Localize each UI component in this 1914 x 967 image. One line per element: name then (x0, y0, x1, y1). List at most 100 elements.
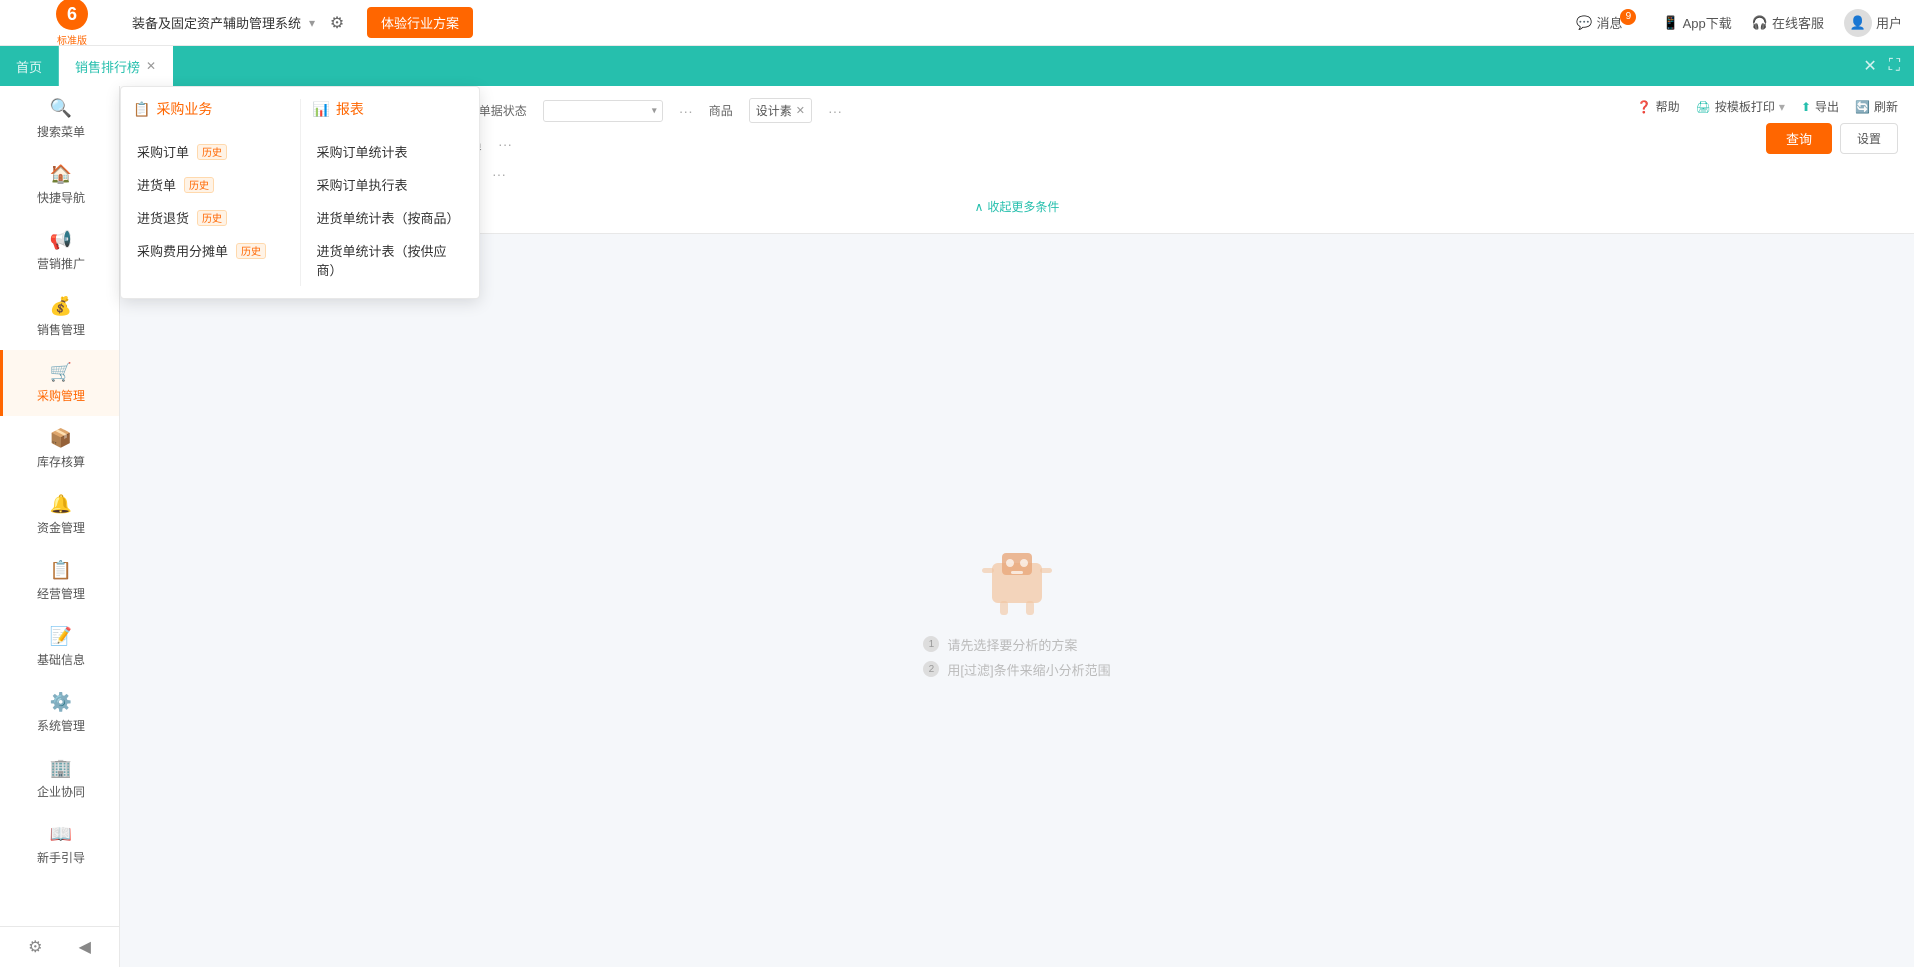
history-badge-2: 历史 (184, 177, 214, 193)
gear-icon[interactable]: ⚙ (323, 9, 351, 37)
sidebar-item-procurement[interactable]: 🛒 采购管理 (0, 350, 119, 416)
help-icon: ❓ (1637, 100, 1652, 114)
sidebar-collapse-icon[interactable]: ◀ (79, 937, 91, 957)
dropdown-col2-title-text: 报表 (336, 99, 364, 119)
tab-close-all-icon[interactable]: ✕ (1859, 56, 1880, 76)
staff-dots[interactable]: ··· (498, 136, 512, 152)
tab-bar-right: ✕ ⛶ (1859, 56, 1914, 76)
expense-label: 采购费用分摊单 (137, 241, 228, 260)
history-badge-3: 历史 (197, 210, 227, 226)
sidebar-item-finance[interactable]: 🔔 资金管理 (0, 482, 119, 548)
industry-btn[interactable]: 体验行业方案 (367, 7, 473, 38)
sidebar-item-basic-info-label: 基础信息 (37, 651, 85, 668)
messages-label: 消息 (1596, 13, 1622, 32)
sidebar-item-guide[interactable]: 📖 新手引导 (0, 812, 119, 878)
empty-state: 1 请先选择要分析的方案 2 用[过滤]条件来缩小分析范围 (120, 234, 1914, 967)
voucher-status-select-wrap (543, 100, 663, 122)
messages-btn[interactable]: 💬 消息 9 (1576, 13, 1642, 32)
empty-illustration (967, 523, 1067, 623)
sidebar-item-marketing[interactable]: 📢 营销推广 (0, 218, 119, 284)
logo-label: 标准版 (57, 32, 87, 47)
report-order-stat-label: 采购订单统计表 (317, 142, 408, 161)
dropdown-item-report-incoming-supplier[interactable]: 进货单统计表（按供应商） (313, 234, 468, 286)
message-icon: 💬 (1576, 15, 1592, 31)
goods-tag: 设计素 ✕ (749, 98, 812, 123)
refresh-btn[interactable]: 🔄 刷新 (1855, 98, 1898, 115)
goods-dots[interactable]: ··· (828, 103, 842, 119)
print-icon: 🖨 (1696, 100, 1711, 114)
sidebar-item-system[interactable]: ⚙️ 系统管理 (0, 680, 119, 746)
system-title-arrow-icon[interactable]: ▾ (309, 16, 315, 30)
step-1-text: 请先选择要分析的方案 (947, 635, 1077, 654)
dropdown-item-return[interactable]: 进货退货 历史 (133, 201, 288, 234)
sidebar-item-search[interactable]: 🔍 搜索菜单 (0, 86, 119, 152)
sidebar-item-enterprise-label: 企业协同 (37, 783, 85, 800)
phone-icon: 📱 (1662, 15, 1678, 31)
online-service-btn[interactable]: 🎧 在线客服 (1752, 13, 1824, 32)
sidebar-settings-icon[interactable]: ⚙ (28, 937, 42, 957)
sidebar-item-basic-info[interactable]: 📝 基础信息 (0, 614, 119, 680)
sidebar-item-quick-nav[interactable]: 🏠 快捷导航 (0, 152, 119, 218)
bell-icon: 🔔 (50, 494, 72, 515)
dropdown-item-expense[interactable]: 采购费用分摊单 历史 (133, 234, 288, 267)
dropdown-item-purchase-order[interactable]: 采购订单 历史 (133, 135, 288, 168)
system-title-area: 装备及固定资产辅助管理系统 ▾ ⚙ 体验行业方案 (132, 7, 1576, 38)
search-icon: 🔍 (50, 98, 72, 119)
settings-btn[interactable]: 设置 (1840, 123, 1898, 154)
report-title-icon: 📊 (313, 101, 330, 118)
report-incoming-supplier-label: 进货单统计表（按供应商） (317, 241, 464, 279)
print-btn[interactable]: 🖨 按模板打印 ▾ (1696, 98, 1785, 115)
note-icon: 📝 (50, 626, 72, 647)
query-settings-row: 查询 设置 (1766, 123, 1898, 154)
query-btn[interactable]: 查询 (1766, 123, 1832, 154)
toolbar-actions: ❓ 帮助 🖨 按模板打印 ▾ ⬆ 导出 🔄 (1637, 98, 1898, 115)
help-label: 帮助 (1656, 98, 1680, 115)
empty-steps: 1 请先选择要分析的方案 2 用[过滤]条件来缩小分析范围 (923, 635, 1110, 679)
top-bar: 6 标准版 装备及固定资产辅助管理系统 ▾ ⚙ 体验行业方案 💬 消息 9 📱 … (0, 0, 1914, 46)
logo-area: 6 标准版 (12, 0, 132, 47)
money-icon: 💰 (50, 296, 72, 317)
voucher-status-dots[interactable]: ··· (679, 103, 693, 119)
book-icon: 📖 (50, 824, 72, 845)
export-btn[interactable]: ⬆ 导出 (1801, 98, 1839, 115)
dropdown-item-report-order-stat[interactable]: 采购订单统计表 (313, 135, 468, 168)
dropdown-col-procurement: 📋 采购业务 采购订单 历史 进货单 历史 进货退货 历史 采购费用分摊单 历史 (121, 99, 300, 286)
sidebar-item-procurement-label: 采购管理 (37, 387, 85, 404)
top-right: 💬 消息 9 📱 App下载 🎧 在线客服 👤 用户 (1576, 9, 1902, 37)
dropdown-col2-title: 📊 报表 (313, 99, 468, 125)
customer-dots[interactable]: ··· (492, 166, 506, 182)
sidebar-item-operations[interactable]: 📋 经营管理 (0, 548, 119, 614)
sidebar-item-inventory[interactable]: 📦 库存核算 (0, 416, 119, 482)
app-download-label: App下载 (1683, 13, 1732, 32)
print-arrow-icon: ▾ (1779, 100, 1785, 114)
cog-icon: ⚙️ (50, 692, 72, 713)
tab-expand-icon[interactable]: ⛶ (1885, 57, 1904, 75)
dropdown-item-incoming[interactable]: 进货单 历史 (133, 168, 288, 201)
procurement-title-icon: 📋 (133, 101, 150, 118)
dropdown-item-report-order-exec[interactable]: 采购订单执行表 (313, 168, 468, 201)
tab-close-icon[interactable]: ✕ (146, 59, 156, 73)
sidebar-item-operations-label: 经营管理 (37, 585, 85, 602)
app-download-btn[interactable]: 📱 App下载 (1662, 13, 1731, 32)
tab-sales-rank[interactable]: 销售排行榜 ✕ (59, 46, 173, 86)
sidebar-item-sales[interactable]: 💰 销售管理 (0, 284, 119, 350)
sidebar-item-inventory-label: 库存核算 (37, 453, 85, 470)
empty-step-1: 1 请先选择要分析的方案 (923, 635, 1110, 654)
sidebar: 🔍 搜索菜单 🏠 快捷导航 📢 营销推广 💰 销售管理 🛒 采购管理 📦 库存核… (0, 86, 120, 967)
goods-tag-close-icon[interactable]: ✕ (796, 104, 805, 117)
tab-home[interactable]: 首页 (0, 46, 59, 86)
dropdown-col1-title-text: 采购业务 (156, 99, 212, 119)
help-btn[interactable]: ❓ 帮助 (1637, 98, 1680, 115)
user-btn[interactable]: 👤 用户 (1844, 9, 1902, 37)
export-label: 导出 (1815, 98, 1839, 115)
tab-home-label: 首页 (16, 57, 42, 76)
tab-bar: 首页 销售排行榜 ✕ ✕ ⛶ (0, 46, 1914, 86)
collapse-label: 收起更多条件 (987, 198, 1059, 215)
collapse-arrow-icon: ∧ (975, 200, 984, 214)
system-title-text: 装备及固定资产辅助管理系统 (132, 13, 301, 32)
sidebar-item-enterprise[interactable]: 🏢 企业协同 (0, 746, 119, 812)
voucher-status-select[interactable] (543, 100, 663, 122)
dropdown-item-report-incoming-goods[interactable]: 进货单统计表（按商品） (313, 201, 468, 234)
building-icon: 🏢 (50, 758, 72, 779)
logo-icon: 6 (56, 0, 88, 30)
